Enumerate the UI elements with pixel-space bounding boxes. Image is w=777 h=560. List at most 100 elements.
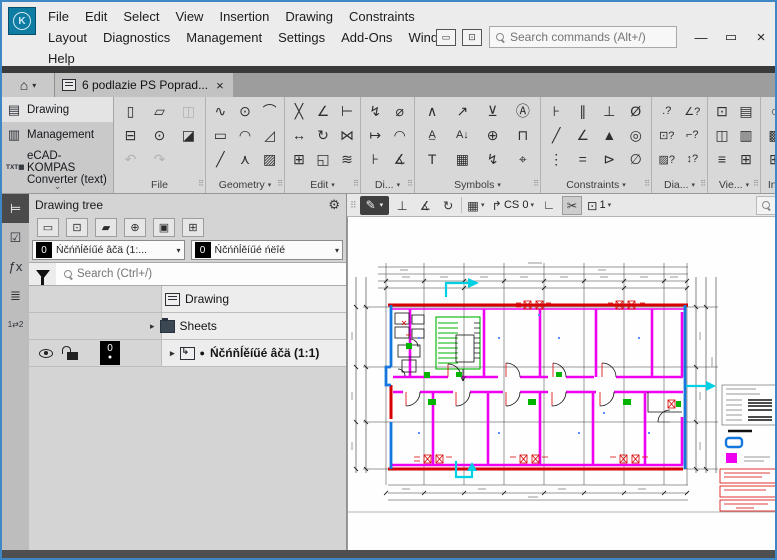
rail-item-layers[interactable]: ≣ xyxy=(2,281,29,310)
coordinate-system-selector[interactable]: ↱ CS 0 ▾ xyxy=(490,196,536,215)
picture-icon[interactable]: ▩ xyxy=(763,124,775,147)
fix-dimension-icon[interactable]: ⊦ xyxy=(544,100,568,123)
insert-fragment-icon[interactable]: ⊞ xyxy=(734,148,758,171)
radial-dimension-icon[interactable]: ◠ xyxy=(388,124,412,147)
offset-icon[interactable]: ≋ xyxy=(335,148,359,171)
table-icon[interactable]: ▦ xyxy=(450,148,474,171)
menu-constraints[interactable]: Constraints xyxy=(341,7,423,26)
equal-icon[interactable]: = xyxy=(571,148,595,171)
menu-diagnostics[interactable]: Diagnostics xyxy=(95,28,178,47)
vertical-constraint-icon[interactable]: ⋮ xyxy=(544,148,568,171)
menu-select[interactable]: Select xyxy=(115,7,167,26)
view-number-badge[interactable]: 0 ● xyxy=(100,341,120,365)
group-grip-icon[interactable]: ⠿ xyxy=(753,179,759,188)
expander-icon[interactable]: ▸ xyxy=(150,321,155,332)
visibility-eye-icon[interactable] xyxy=(39,348,53,358)
circle-icon[interactable]: ⊙ xyxy=(233,100,257,123)
print-icon[interactable]: ⊟ xyxy=(119,124,143,147)
window-settings-icon[interactable]: ⊡ xyxy=(462,29,482,46)
minimize-button[interactable]: — xyxy=(688,26,714,48)
measure-point-icon[interactable]: .? xyxy=(655,100,679,123)
chevron-down-icon[interactable]: ▾ xyxy=(746,181,750,189)
new-view-button[interactable]: ⊡ xyxy=(66,217,88,237)
toolbar-group-label[interactable]: Geometry ▾ ⠿ xyxy=(206,176,284,193)
new-window-icon[interactable]: ▭ xyxy=(436,29,456,46)
tab-close-icon[interactable]: × xyxy=(216,78,224,93)
angular-dimension-icon[interactable]: ∡ xyxy=(388,148,412,171)
shapes-icon[interactable]: ○ xyxy=(763,100,775,123)
group-grip-icon[interactable]: ⠿ xyxy=(533,179,539,188)
shapes-button[interactable]: ⊕ xyxy=(124,217,146,237)
style-button[interactable]: ✎ ▾ xyxy=(359,195,390,215)
hatch-association-icon[interactable]: ∅ xyxy=(624,148,648,171)
menu-management[interactable]: Management xyxy=(178,28,270,47)
layer-selector[interactable]: ⊡ 1 ▾ xyxy=(585,196,613,215)
trim-corner-icon[interactable]: ∠ xyxy=(311,100,335,123)
symmetry-icon[interactable]: ⊳ xyxy=(597,148,621,171)
sidebar-item-drawing[interactable]: ▤ Drawing xyxy=(2,97,113,122)
chevron-down-icon[interactable]: ▾ xyxy=(331,181,335,189)
chevron-down-icon[interactable]: ▾ xyxy=(622,181,626,189)
menu-settings[interactable]: Settings xyxy=(270,28,333,47)
marking-icon[interactable]: Ⓐ xyxy=(511,100,535,123)
zoom-search-button[interactable] xyxy=(756,195,775,215)
view-manager-icon[interactable]: ▤ xyxy=(734,100,758,123)
parallel-icon[interactable]: ∥ xyxy=(571,100,595,123)
tree-search-input[interactable] xyxy=(73,268,346,280)
plane-button[interactable]: ▰ xyxy=(95,217,117,237)
gear-icon[interactable]: ⚙ xyxy=(328,197,340,213)
arc-icon[interactable]: ◠ xyxy=(233,124,257,147)
move-icon[interactable]: ↔ xyxy=(287,124,311,147)
fragment-button[interactable]: ⊞ xyxy=(182,217,204,237)
menu-help[interactable]: Help xyxy=(40,49,83,68)
toolbar-group-label[interactable]: Di... ▾ ⠿ xyxy=(361,176,414,193)
layer-combo[interactable]: 0 Ńčńňĺěíűé ńëîé ▾ xyxy=(190,240,343,260)
maximize-button[interactable]: ▭ xyxy=(718,26,744,48)
tree-row-system-view[interactable]: 0 ● ▸ ● Ńčńňĺěíűé âčä (1:1) xyxy=(29,340,346,367)
quick-leader-icon[interactable]: ↯ xyxy=(481,148,505,171)
diameter-dimension-icon[interactable]: ⌀ xyxy=(388,100,412,123)
hide-view-button[interactable]: ▭ xyxy=(37,217,59,237)
menu-view[interactable]: View xyxy=(168,7,212,26)
text-align-icon[interactable]: A↓ xyxy=(450,124,474,147)
collinear-icon[interactable]: ╱ xyxy=(544,124,568,147)
new-view-icon[interactable]: ⊡ xyxy=(710,100,734,123)
group-grip-icon[interactable]: ⠿ xyxy=(700,179,706,188)
toolbar-group-label[interactable]: Ins...▾⠿ xyxy=(761,176,775,193)
mirror-icon[interactable]: ⋈ xyxy=(335,124,359,147)
scale-icon[interactable]: ◱ xyxy=(311,148,335,171)
perpendicular-icon[interactable]: ⊥ xyxy=(597,100,621,123)
group-grip-icon[interactable]: ⠿ xyxy=(353,179,359,188)
tree-row-sheets[interactable]: ▸ Sheets xyxy=(29,313,346,340)
line-segment-icon[interactable]: ╱ xyxy=(208,148,232,171)
angle-constraint-icon[interactable]: ∠ xyxy=(571,124,595,147)
auto-dimension-icon[interactable]: ↯ xyxy=(363,100,387,123)
toolbar-grip[interactable]: ⠿ xyxy=(350,200,357,211)
toolbar-group-label[interactable]: File ⠿ xyxy=(114,176,205,193)
roughness-icon[interactable]: ∧ xyxy=(420,100,444,123)
snap-angle-button[interactable]: ∡ xyxy=(415,196,435,215)
command-search[interactable] xyxy=(489,26,677,48)
tree-row-drawing[interactable]: Drawing xyxy=(29,286,346,313)
unlock-icon[interactable] xyxy=(62,345,78,360)
home-dropdown-icon[interactable]: ▾ xyxy=(32,81,36,90)
chevron-down-icon[interactable]: ▾ xyxy=(497,181,501,189)
search-input[interactable] xyxy=(510,30,660,44)
align-views-icon[interactable]: ≡ xyxy=(710,148,734,171)
measure-angle-icon[interactable]: ∠? xyxy=(680,100,704,123)
measure-length-icon[interactable]: ↕? xyxy=(680,148,704,171)
fillet-icon[interactable]: ⌒ xyxy=(258,100,282,123)
toolbar-group-label[interactable]: Symbols ▾ ⠿ xyxy=(415,176,540,193)
sidebar-chevron-icon[interactable]: ⌄ xyxy=(2,181,113,192)
polyline-icon[interactable]: ⋏ xyxy=(233,148,257,171)
measure-corner-icon[interactable]: ⌐? xyxy=(680,124,704,147)
measure-node-icon[interactable]: ⊡? xyxy=(655,124,679,147)
snap-perpendicular-button[interactable]: ⊥ xyxy=(392,196,412,215)
close-button[interactable]: × xyxy=(748,26,774,48)
chevron-down-icon[interactable]: ▾ xyxy=(176,246,180,255)
menu-drawing[interactable]: Drawing xyxy=(277,7,341,26)
group-grip-icon[interactable]: ⠿ xyxy=(277,179,283,188)
home-button[interactable]: ⌂ ▾ xyxy=(2,73,55,97)
toolbar-group-label[interactable]: Edit ▾ ⠿ xyxy=(285,176,360,193)
section-line-icon[interactable]: ⊕ xyxy=(481,124,505,147)
